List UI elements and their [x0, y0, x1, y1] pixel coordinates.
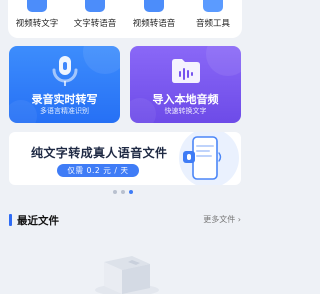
more-files-link[interactable]: 更多文件 › [203, 214, 241, 225]
section-accent-bar [9, 214, 12, 226]
tools-card: 视频转文字 文字转语音 视频转语音 音频工具 [8, 0, 242, 38]
record-transcribe-card[interactable]: 录音实时转写 多语言精准识别 [9, 46, 120, 123]
banner-title: 纯文字转成真人语音文件 [31, 146, 168, 160]
empty-state-illustration [95, 256, 159, 294]
card-title: 录音实时转写 [31, 93, 98, 106]
tool-text-to-speech[interactable]: 文字转语音 [66, 0, 124, 38]
carousel-dot-active[interactable] [129, 190, 133, 194]
chevron-right-icon: › [237, 215, 241, 224]
microphone-icon [52, 56, 78, 86]
tool-label: 视频转语音 [132, 19, 176, 29]
tool-video-to-text[interactable]: 视频转文字 [8, 0, 66, 38]
import-audio-card[interactable]: 导入本地音频 快速转换文字 [130, 46, 241, 123]
audio-folder-icon [172, 59, 200, 83]
tool-label: 视频转文字 [15, 19, 59, 29]
phone-illustration-icon [183, 136, 222, 180]
tool-label: 音频工具 [195, 19, 230, 29]
banner-price-pill: 仅需 0.2 元 / 天 [57, 164, 139, 177]
tool-video-to-audio[interactable]: 视频转语音 [125, 0, 183, 38]
video-to-text-icon [27, 0, 47, 12]
text-to-speech-icon [85, 0, 105, 12]
tool-audio-tools[interactable]: 音频工具 [184, 0, 242, 38]
tool-label: 文字转语音 [73, 19, 117, 29]
card-subtitle: 多语言精准识别 [40, 107, 89, 115]
video-to-audio-icon [144, 0, 164, 12]
carousel-dot[interactable] [113, 190, 117, 194]
audio-tools-icon [203, 0, 223, 12]
promo-banner[interactable]: 纯文字转成真人语音文件 仅需 0.2 元 / 天 [9, 132, 241, 185]
more-files-label: 更多文件 [203, 215, 236, 224]
carousel-dot[interactable] [121, 190, 125, 194]
recent-files-title: 最近文件 [17, 215, 59, 227]
card-title: 导入本地音频 [152, 93, 219, 106]
carousel-indicator [113, 190, 137, 195]
card-subtitle: 快速转换文字 [164, 107, 207, 115]
